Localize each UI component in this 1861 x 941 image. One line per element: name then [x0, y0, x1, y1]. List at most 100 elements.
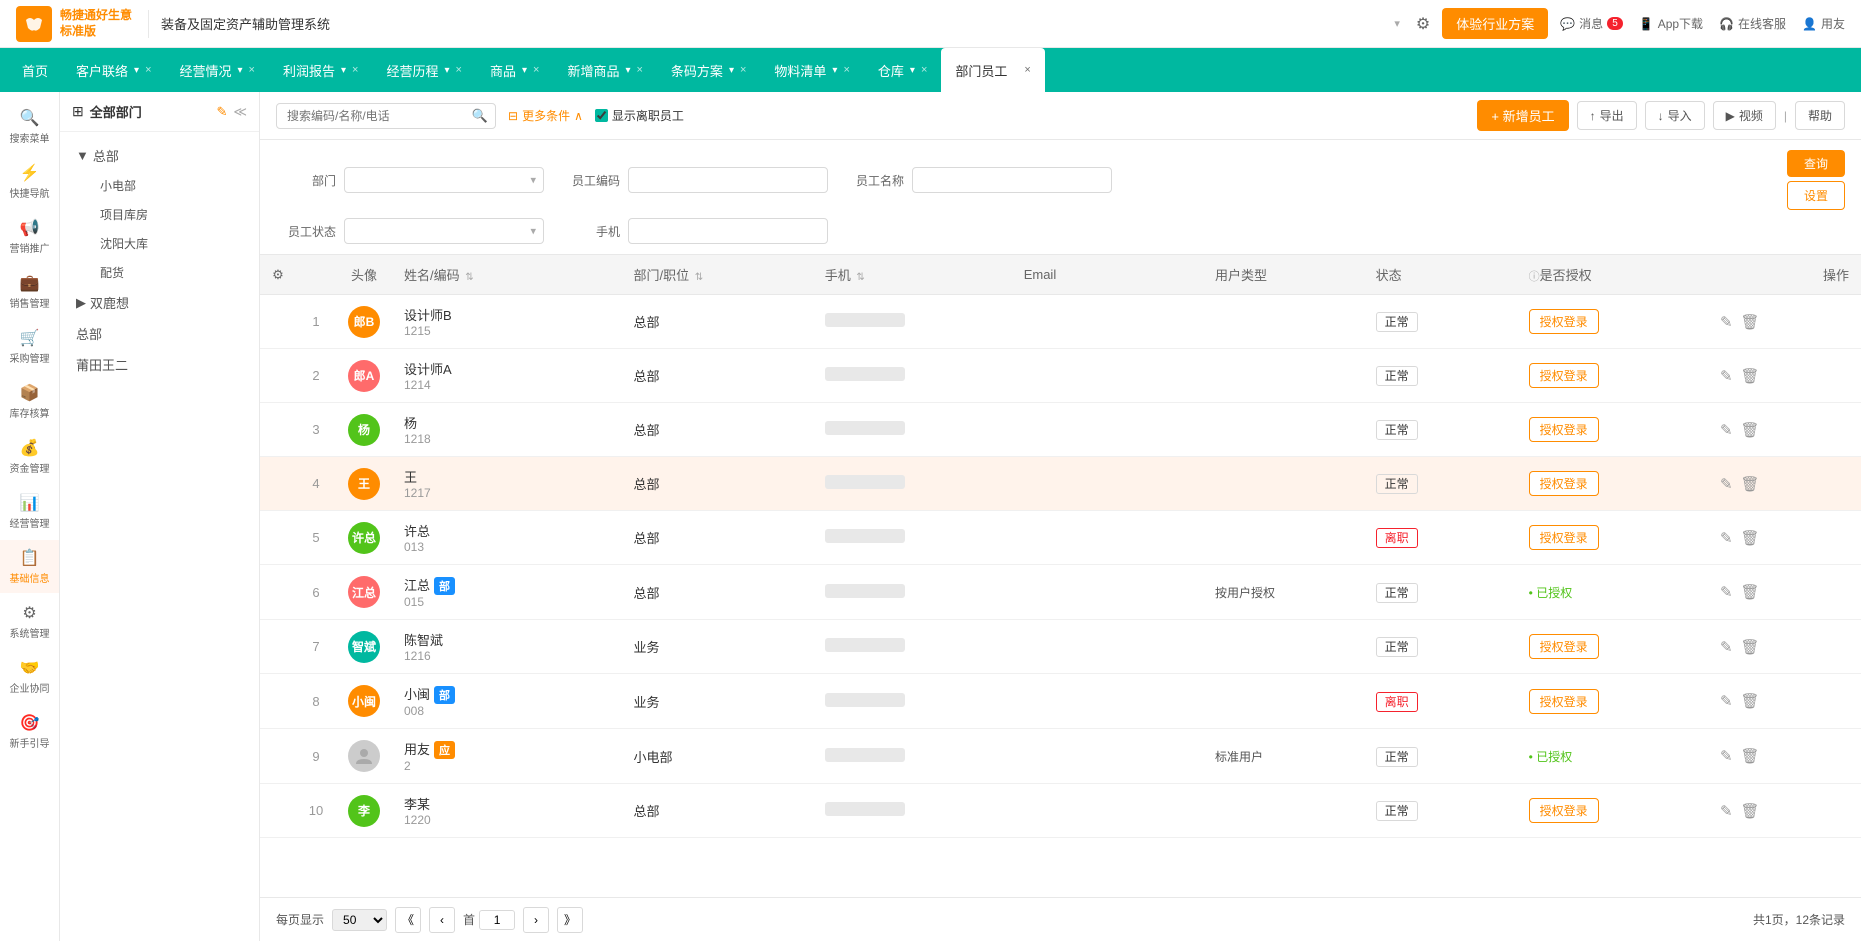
delete-icon-9[interactable]: 🗑 — [1741, 802, 1760, 820]
th-name[interactable]: 姓名/编码 ⇅ — [392, 255, 622, 295]
set-btn[interactable]: 设置 — [1787, 181, 1845, 210]
edit-icon-8[interactable]: ✎ — [1720, 747, 1733, 765]
auth-btn-1[interactable]: 授权登录 — [1529, 363, 1599, 388]
nav-tab-operation[interactable]: 经营情况▾× — [166, 48, 269, 92]
show-resigned-input[interactable] — [595, 109, 608, 122]
export-btn[interactable]: ↑ 导出 — [1577, 101, 1637, 130]
delete-icon-3[interactable]: 🗑 — [1741, 475, 1760, 493]
nav-tab-history[interactable]: 经营历程▾× — [372, 48, 475, 92]
close-tab-customer[interactable]: × — [145, 64, 151, 76]
search-btn[interactable]: 🔍 — [472, 108, 488, 124]
nav-tab-material[interactable]: 物料清单▾× — [760, 48, 863, 92]
edit-icon-6[interactable]: ✎ — [1720, 638, 1733, 656]
dept-edit-icon[interactable]: ✎ — [216, 104, 227, 120]
edit-icon-7[interactable]: ✎ — [1720, 692, 1733, 710]
sidebar-item-enterprise[interactable]: 🤝企业协同 — [0, 650, 59, 703]
th-settings[interactable]: ⚙ — [260, 255, 296, 295]
close-tab-barcode[interactable]: × — [740, 64, 746, 76]
dept-node-zongbu2[interactable]: 总部 — [60, 318, 259, 349]
auth-btn-0[interactable]: 授权登录 — [1529, 309, 1599, 334]
delete-icon-2[interactable]: 🗑 — [1741, 421, 1760, 439]
search-input[interactable] — [276, 103, 496, 129]
nav-tab-profit[interactable]: 利润报告▾× — [269, 48, 372, 92]
online-service-action[interactable]: 🎧 在线客服 — [1719, 15, 1786, 32]
try-btn[interactable]: 体验行业方案 — [1442, 8, 1548, 39]
phone-filter-input[interactable] — [628, 218, 828, 244]
prev-page-btn[interactable]: ‹ — [429, 907, 455, 933]
delete-icon-7[interactable]: 🗑 — [1741, 692, 1760, 710]
sidebar-item-marketing[interactable]: 📢营销推广 — [0, 210, 59, 263]
settings-icon[interactable]: ⚙ — [1416, 14, 1430, 34]
dept-node-zongbu[interactable]: ▼ 总部 — [60, 140, 259, 171]
delete-icon-6[interactable]: 🗑 — [1741, 638, 1760, 656]
close-tab-department[interactable]: × — [1024, 64, 1030, 76]
first-page-btn[interactable]: 《 — [395, 907, 421, 933]
dept-node-putian[interactable]: 莆田王二 — [60, 349, 259, 380]
edit-icon-0[interactable]: ✎ — [1720, 313, 1733, 331]
sidebar-item-guide[interactable]: 🎯新手引导 — [0, 705, 59, 758]
nav-tab-home[interactable]: 首页 — [8, 48, 62, 92]
message-action[interactable]: 💬 消息 5 — [1560, 15, 1623, 32]
more-conditions-btn[interactable]: ⊟ 更多条件 ∧ — [508, 107, 583, 124]
auth-btn-6[interactable]: 授权登录 — [1529, 634, 1599, 659]
dept-node-xiaodian[interactable]: 小电部 — [84, 171, 259, 200]
page-size-select[interactable]: 50 100 — [332, 909, 387, 931]
edit-icon-4[interactable]: ✎ — [1720, 529, 1733, 547]
sidebar-item-quicknav[interactable]: ⚡快捷导航 — [0, 155, 59, 208]
dept-node-peihuo[interactable]: 配货 — [84, 258, 259, 287]
name-filter-input[interactable] — [912, 167, 1112, 193]
delete-icon-0[interactable]: 🗑 — [1741, 313, 1760, 331]
nav-tab-barcode[interactable]: 条码方案▾× — [657, 48, 760, 92]
dept-node-shenyang[interactable]: 沈阳大库 — [84, 229, 259, 258]
sidebar-item-sales[interactable]: 💼销售管理 — [0, 265, 59, 318]
auth-btn-7[interactable]: 授权登录 — [1529, 689, 1599, 714]
dept-node-xiangmu[interactable]: 项目库房 — [84, 200, 259, 229]
nav-tab-warehouse[interactable]: 仓库▾× — [864, 48, 941, 92]
user-action[interactable]: 👤 用友 — [1802, 15, 1845, 32]
delete-icon-1[interactable]: 🗑 — [1741, 367, 1760, 385]
close-tab-material[interactable]: × — [843, 64, 849, 76]
th-phone[interactable]: 手机 ⇅ — [813, 255, 1012, 295]
th-dept[interactable]: 部门/职位 ⇅ — [622, 255, 813, 295]
edit-icon-2[interactable]: ✎ — [1720, 421, 1733, 439]
close-tab-goods[interactable]: × — [533, 64, 539, 76]
delete-icon-5[interactable]: 🗑 — [1741, 583, 1760, 601]
nav-tab-newgoods[interactable]: 新增商品▾× — [553, 48, 656, 92]
last-page-btn[interactable]: 》 — [557, 907, 583, 933]
page-input[interactable] — [479, 910, 515, 930]
show-resigned-checkbox[interactable]: 显示离职员工 — [595, 107, 684, 124]
sidebar-item-inventory[interactable]: 📦库存核算 — [0, 375, 59, 428]
auth-btn-3[interactable]: 授权登录 — [1529, 471, 1599, 496]
edit-icon-3[interactable]: ✎ — [1720, 475, 1733, 493]
close-tab-operation[interactable]: × — [249, 64, 255, 76]
edit-icon-9[interactable]: ✎ — [1720, 802, 1733, 820]
dept-node-shuangxiang[interactable]: ▶ 双鹿想 — [60, 287, 259, 318]
close-tab-history[interactable]: × — [456, 64, 462, 76]
code-filter-input[interactable] — [628, 167, 828, 193]
auth-btn-4[interactable]: 授权登录 — [1529, 525, 1599, 550]
sidebar-item-finance[interactable]: 💰资金管理 — [0, 430, 59, 483]
close-tab-newgoods[interactable]: × — [636, 64, 642, 76]
add-employee-btn[interactable]: + 新增员工 — [1477, 100, 1568, 131]
status-select[interactable] — [344, 218, 544, 244]
close-tab-warehouse[interactable]: × — [921, 64, 927, 76]
sidebar-item-basic[interactable]: 📋基础信息 — [0, 540, 59, 593]
sidebar-item-system[interactable]: ⚙系统管理 — [0, 595, 59, 648]
view-btn[interactable]: ▶ 视频 — [1713, 101, 1776, 130]
nav-tab-customer[interactable]: 客户联络▾× — [62, 48, 165, 92]
sidebar-item-purchase[interactable]: 🛒采购管理 — [0, 320, 59, 373]
auth-btn-9[interactable]: 授权登录 — [1529, 798, 1599, 823]
edit-icon-1[interactable]: ✎ — [1720, 367, 1733, 385]
query-btn[interactable]: 查询 — [1787, 150, 1845, 177]
app-download-action[interactable]: 📱 App下载 — [1639, 15, 1703, 32]
sidebar-item-operations[interactable]: 📊经营管理 — [0, 485, 59, 538]
next-page-btn[interactable]: › — [523, 907, 549, 933]
close-tab-profit[interactable]: × — [352, 64, 358, 76]
dept-select[interactable] — [344, 167, 544, 193]
delete-icon-8[interactable]: 🗑 — [1741, 747, 1760, 765]
edit-icon-5[interactable]: ✎ — [1720, 583, 1733, 601]
import-btn[interactable]: ↓ 导入 — [1645, 101, 1705, 130]
auth-btn-2[interactable]: 授权登录 — [1529, 417, 1599, 442]
nav-tab-department[interactable]: 部门员工▾× — [941, 48, 1044, 92]
nav-tab-goods[interactable]: 商品▾× — [476, 48, 553, 92]
